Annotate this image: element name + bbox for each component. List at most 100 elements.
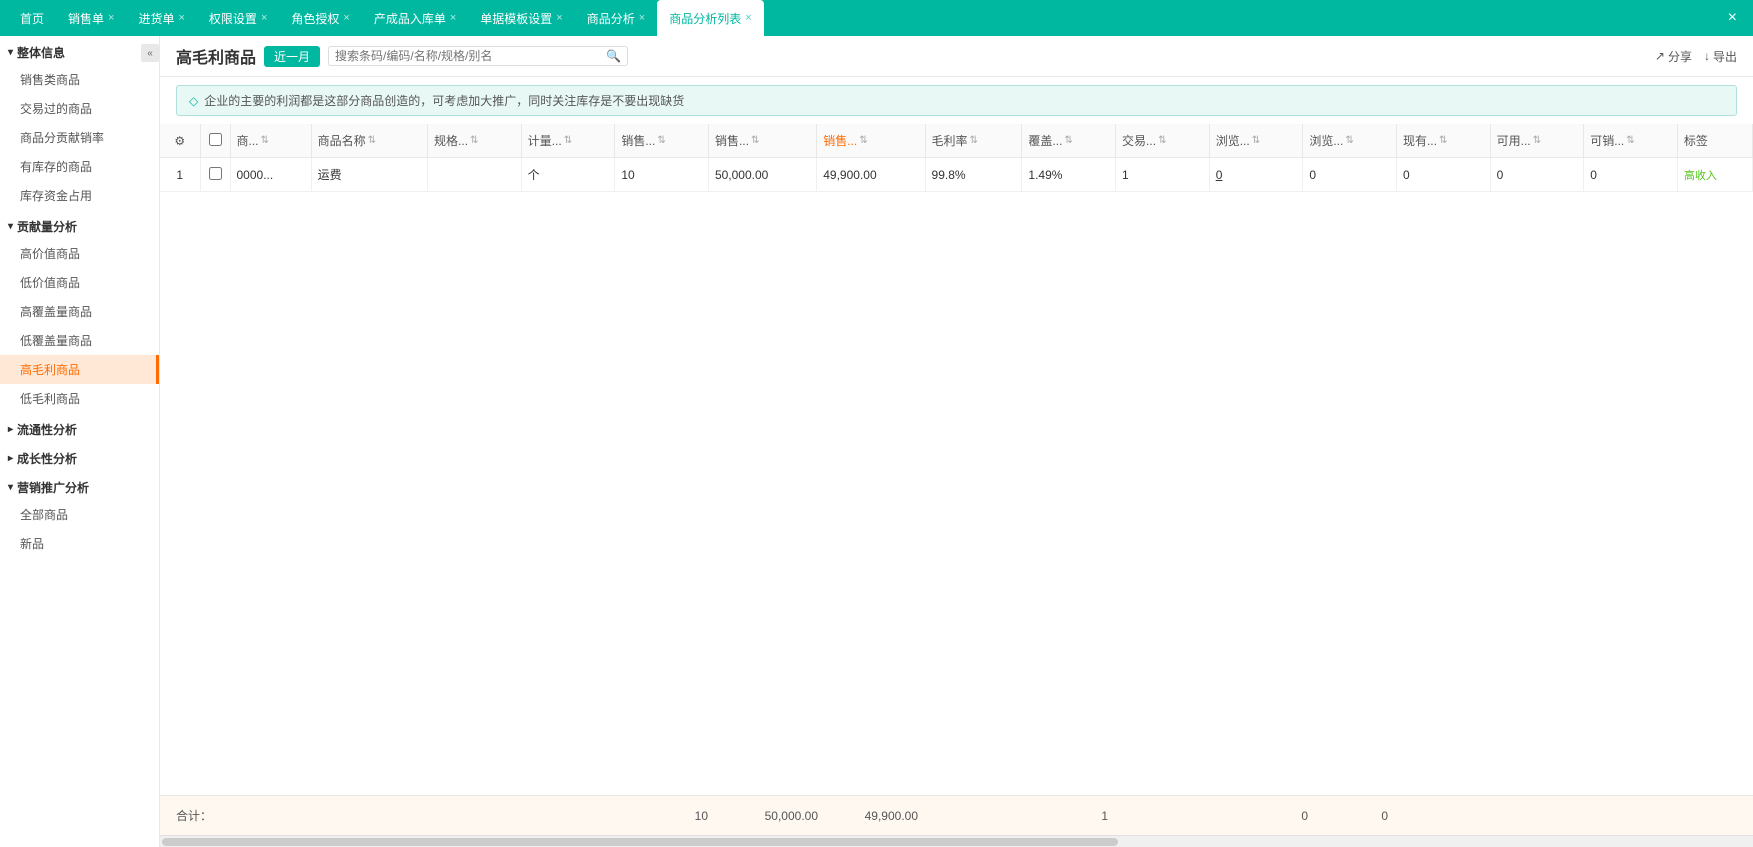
cell-unit: 个: [521, 158, 615, 192]
header-actions: ↗ 分享 ↓ 导出: [1655, 48, 1737, 65]
col-header-settings[interactable]: ⚙: [160, 124, 200, 158]
cell-name: 运费: [311, 158, 427, 192]
nav-permission[interactable]: 权限设置 ×: [197, 0, 279, 36]
sidebar-item-traded-products[interactable]: 交易过的商品: [0, 94, 159, 123]
export-icon: ↓: [1704, 49, 1710, 63]
nav-product-analysis-list[interactable]: 商品分析列表 ×: [657, 0, 763, 36]
col-header-available: 可用... ⇅: [1490, 124, 1584, 158]
sidebar-item-sales-products[interactable]: 销售类商品: [0, 65, 159, 94]
horizontal-scrollbar[interactable]: [160, 835, 1753, 847]
row-checkbox[interactable]: [209, 167, 222, 180]
nav-purchase[interactable]: 进货单 ×: [126, 0, 196, 36]
sidebar-item-in-stock[interactable]: 有库存的商品: [0, 152, 159, 181]
group-contribution-arrow: ▾: [8, 221, 13, 232]
close-product-inbound-tab[interactable]: ×: [450, 12, 456, 24]
search-input[interactable]: [335, 49, 606, 63]
sidebar-item-high-margin[interactable]: 高毛利商品: [0, 355, 159, 384]
sidebar-item-stock-fund[interactable]: 库存资金占用: [0, 181, 159, 210]
cell-row-checkbox[interactable]: [200, 158, 230, 192]
sort-gross-rate-icon[interactable]: ⇅: [970, 135, 978, 146]
content-area: 高毛利商品 近一月 🔍 ↗ 分享 ↓ 导出 ◇ 企业的主要的利润都是这部分商品创…: [160, 36, 1753, 847]
sort-code-icon[interactable]: ⇅: [261, 135, 269, 146]
col-header-spec: 规格... ⇅: [428, 124, 522, 158]
sidebar-collapse-button[interactable]: «: [141, 44, 159, 62]
sort-browse1-icon[interactable]: ⇅: [1252, 135, 1260, 146]
sort-sales-profit-icon[interactable]: ⇅: [859, 135, 867, 146]
cell-available: 0: [1490, 158, 1584, 192]
sort-sales-amt-icon[interactable]: ⇅: [751, 135, 759, 146]
nav-product-inbound[interactable]: 产成品入库单 ×: [362, 0, 468, 36]
sort-coverage-icon[interactable]: ⇅: [1064, 135, 1072, 146]
nav-role[interactable]: 角色授权 ×: [279, 0, 361, 36]
footer-sales-profit: 49,900.00: [828, 809, 918, 823]
top-navigation: 首页 销售单 × 进货单 × 权限设置 × 角色授权 × 产成品入库单 × 单据…: [0, 0, 1753, 36]
sidebar-group-marketing[interactable]: ▾ 营销推广分析: [0, 471, 159, 500]
share-button[interactable]: ↗ 分享: [1655, 48, 1692, 65]
sidebar-item-low-margin[interactable]: 低毛利商品: [0, 384, 159, 413]
cell-saleable: 0: [1584, 158, 1678, 192]
search-box: 🔍: [328, 46, 628, 66]
main-layout: « ▾ 整体信息 销售类商品 交易过的商品 商品分贡献销率 有库存的商品 库存资…: [0, 36, 1753, 847]
group-overall-arrow: ▾: [8, 47, 13, 58]
sort-saleable-icon[interactable]: ⇅: [1626, 135, 1634, 146]
sidebar-group-contribution[interactable]: ▾ 贡献量分析: [0, 210, 159, 239]
table-row: 1 0000... 运费 个 10 50,000.00 49,900.00 99…: [160, 158, 1753, 192]
group-growth-arrow: ▸: [8, 453, 13, 464]
search-icon[interactable]: 🔍: [606, 49, 621, 63]
sort-sales-qty-icon[interactable]: ⇅: [657, 135, 665, 146]
sidebar-group-growth[interactable]: ▸ 成长性分析: [0, 442, 159, 471]
sort-trade-icon[interactable]: ⇅: [1158, 135, 1166, 146]
close-role-tab[interactable]: ×: [343, 12, 349, 24]
window-close-button[interactable]: ×: [1720, 9, 1745, 27]
group-marketing-arrow: ▾: [8, 482, 13, 493]
close-product-analysis-tab[interactable]: ×: [639, 12, 645, 24]
sidebar-item-new-products[interactable]: 新品: [0, 529, 159, 558]
info-icon: ◇: [189, 94, 198, 108]
sort-browse2-icon[interactable]: ⇅: [1345, 135, 1353, 146]
sort-name-icon[interactable]: ⇅: [368, 135, 376, 146]
col-header-checkbox[interactable]: [200, 124, 230, 158]
content-header: 高毛利商品 近一月 🔍 ↗ 分享 ↓ 导出: [160, 36, 1753, 77]
cell-sales-qty: 10: [615, 158, 709, 192]
sidebar-item-all-products[interactable]: 全部商品: [0, 500, 159, 529]
col-header-saleable: 可销... ⇅: [1584, 124, 1678, 158]
scrollbar-thumb[interactable]: [162, 838, 1118, 846]
sidebar-item-high-value[interactable]: 高价值商品: [0, 239, 159, 268]
sidebar-item-high-coverage[interactable]: 高覆盖量商品: [0, 297, 159, 326]
cell-browse1[interactable]: 0: [1209, 158, 1303, 192]
select-all-checkbox[interactable]: [209, 133, 222, 146]
nav-home[interactable]: 首页: [8, 0, 56, 36]
footer-label: 合计：: [176, 807, 212, 824]
share-icon: ↗: [1655, 49, 1665, 63]
sidebar-item-low-value[interactable]: 低价值商品: [0, 268, 159, 297]
sort-current-icon[interactable]: ⇅: [1439, 135, 1447, 146]
sidebar-group-overall[interactable]: ▾ 整体信息: [0, 36, 159, 65]
sidebar-item-contribution-rate[interactable]: 商品分贡献销率: [0, 123, 159, 152]
cell-trade: 1: [1116, 158, 1210, 192]
col-header-browse2: 浏览... ⇅: [1303, 124, 1397, 158]
nav-product-analysis[interactable]: 商品分析 ×: [575, 0, 657, 36]
col-header-sales-amt: 销售... ⇅: [708, 124, 816, 158]
close-sales-tab[interactable]: ×: [108, 12, 114, 24]
sidebar-item-low-coverage[interactable]: 低覆盖量商品: [0, 326, 159, 355]
sort-unit-icon[interactable]: ⇅: [564, 135, 572, 146]
settings-icon: ⚙: [174, 134, 185, 148]
close-purchase-tab[interactable]: ×: [178, 12, 184, 24]
nav-template[interactable]: 单据模板设置 ×: [468, 0, 574, 36]
cell-current: 0: [1396, 158, 1490, 192]
cell-tag: 高收入: [1677, 158, 1752, 192]
close-template-tab[interactable]: ×: [556, 12, 562, 24]
col-header-name: 商品名称 ⇅: [311, 124, 427, 158]
col-header-sales-profit: 销售... ⇅: [817, 124, 925, 158]
date-filter-button[interactable]: 近一月: [264, 46, 320, 67]
nav-sales[interactable]: 销售单 ×: [56, 0, 126, 36]
col-header-coverage: 覆盖... ⇅: [1022, 124, 1116, 158]
sidebar-group-liquidity[interactable]: ▸ 流通性分析: [0, 413, 159, 442]
close-product-analysis-list-tab[interactable]: ×: [745, 12, 751, 24]
export-button[interactable]: ↓ 导出: [1704, 48, 1737, 65]
close-permission-tab[interactable]: ×: [261, 12, 267, 24]
sort-available-icon[interactable]: ⇅: [1533, 135, 1541, 146]
data-table-container: ⚙ 商... ⇅ 商品名称: [160, 124, 1753, 795]
sort-spec-icon[interactable]: ⇅: [470, 135, 478, 146]
cell-sales-amt: 50,000.00: [708, 158, 816, 192]
